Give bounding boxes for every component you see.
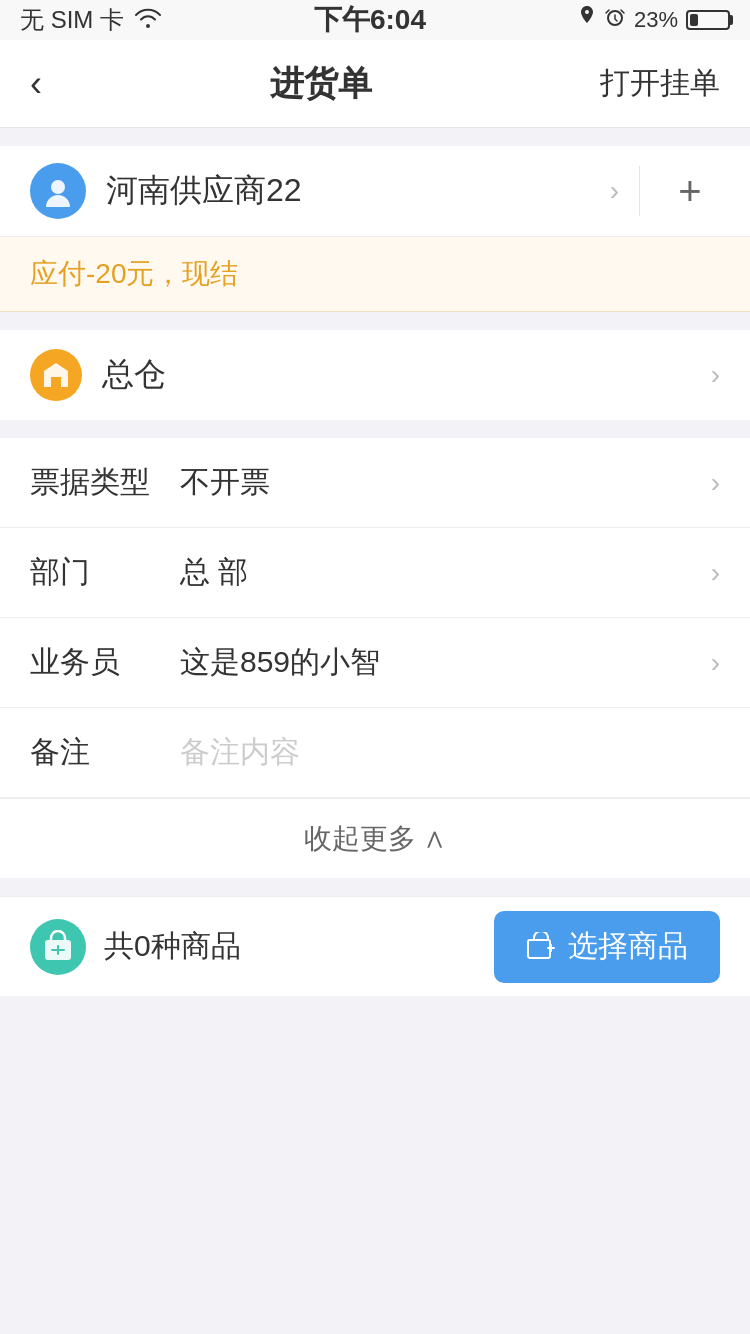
battery-icon	[686, 10, 730, 30]
salesperson-label: 业务员	[30, 642, 180, 683]
add-icon: +	[678, 169, 701, 214]
section-divider-1	[0, 128, 750, 146]
status-right: 23%	[578, 6, 730, 34]
invoice-type-chevron-icon: ›	[711, 467, 720, 499]
bottom-bar: 共0种商品 选择商品	[0, 896, 750, 996]
svg-rect-4	[528, 940, 550, 958]
status-bar: 无 SIM 卡 下午6:04 23%	[0, 0, 750, 40]
collapse-label: 收起更多 ∧	[304, 820, 447, 858]
warehouse-icon	[30, 349, 82, 401]
svg-point-1	[51, 180, 65, 194]
section-divider-4	[0, 878, 750, 896]
product-count-text: 共0种商品	[104, 926, 494, 967]
page-title: 进货单	[270, 61, 372, 107]
warehouse-chevron-icon: ›	[711, 359, 720, 391]
department-value: 总 部	[180, 552, 701, 593]
invoice-type-value: 不开票	[180, 462, 701, 503]
collapse-row[interactable]: 收起更多 ∧	[0, 798, 750, 878]
nav-bar: ‹ 进货单 打开挂单	[0, 40, 750, 128]
select-product-label: 选择商品	[568, 926, 688, 967]
section-divider-2	[0, 312, 750, 330]
department-label: 部门	[30, 552, 180, 593]
supplier-row[interactable]: 河南供应商22 ›	[30, 146, 619, 236]
supplier-section: 河南供应商22 › +	[0, 146, 750, 237]
open-pending-button[interactable]: 打开挂单	[600, 63, 720, 104]
warehouse-section: 总仓 ›	[0, 330, 750, 420]
fields-section: 票据类型 不开票 › 部门 总 部 › 业务员 这是859的小智 › 备注 备注…	[0, 438, 750, 798]
invoice-type-label: 票据类型	[30, 462, 180, 503]
warehouse-name: 总仓	[102, 353, 701, 397]
section-divider-3	[0, 420, 750, 438]
status-left: 无 SIM 卡	[20, 4, 162, 36]
remark-label: 备注	[30, 732, 180, 773]
department-row[interactable]: 部门 总 部 ›	[0, 528, 750, 618]
supplier-chevron-icon: ›	[610, 175, 619, 207]
back-button[interactable]: ‹	[30, 63, 42, 105]
supplier-name: 河南供应商22	[106, 169, 600, 213]
invoice-type-row[interactable]: 票据类型 不开票 ›	[0, 438, 750, 528]
salesperson-row[interactable]: 业务员 这是859的小智 ›	[0, 618, 750, 708]
remark-value[interactable]: 备注内容	[180, 732, 720, 773]
battery-percent: 23%	[634, 7, 678, 33]
notice-banner: 应付-20元，现结	[0, 237, 750, 312]
select-product-button[interactable]: 选择商品	[494, 911, 720, 983]
warehouse-row[interactable]: 总仓 ›	[0, 330, 750, 420]
location-icon	[578, 6, 596, 34]
supplier-vertical-divider	[639, 166, 640, 216]
salesperson-chevron-icon: ›	[711, 647, 720, 679]
department-chevron-icon: ›	[711, 557, 720, 589]
remark-row[interactable]: 备注 备注内容	[0, 708, 750, 798]
alarm-icon	[604, 6, 626, 34]
carrier-label: 无 SIM 卡	[20, 4, 124, 36]
product-count-icon	[30, 919, 86, 975]
supplier-avatar	[30, 163, 86, 219]
salesperson-value: 这是859的小智	[180, 642, 701, 683]
wifi-icon	[134, 6, 162, 34]
add-supplier-button[interactable]: +	[660, 161, 720, 221]
svg-rect-2	[51, 377, 61, 387]
status-time: 下午6:04	[314, 1, 426, 39]
